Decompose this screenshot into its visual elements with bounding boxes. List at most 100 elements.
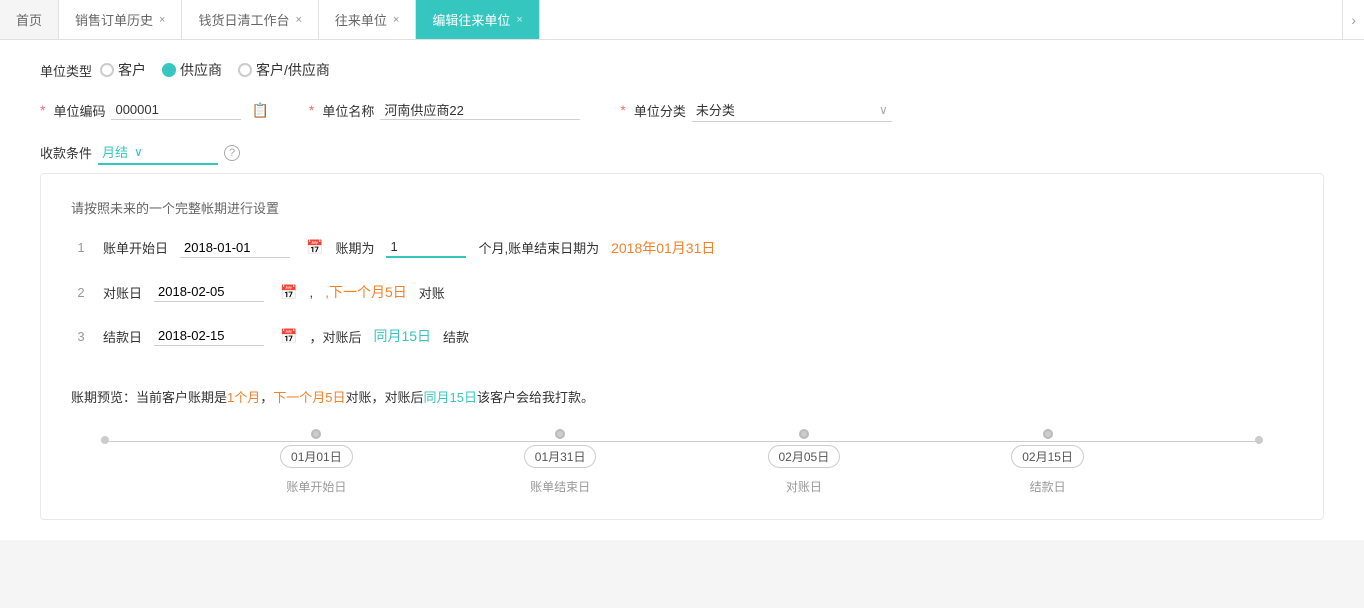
reconcile-date-input[interactable] [154, 282, 264, 302]
close-cash-icon[interactable]: × [295, 14, 301, 26]
preview-suffix: 该客户会给我打款。 [477, 390, 594, 405]
node-dot-3 [799, 429, 809, 439]
radio-supplier-circle [162, 63, 176, 77]
close-partner-icon[interactable]: × [393, 14, 399, 26]
tab-more-arrow[interactable]: › [1342, 0, 1364, 39]
node-date-1: 01月01日 [280, 445, 353, 468]
code-star: * [40, 102, 45, 118]
period-row3-end: 结款 [443, 327, 469, 346]
tab-cash-work[interactable]: 钱货日清工作台 × [182, 0, 318, 39]
tab-partner-label: 往来单位 [335, 10, 387, 29]
main-content: 单位类型 客户 供应商 客户/供应商 * 单位编码 📋 * 单位名称 [0, 40, 1364, 540]
unit-classify-select[interactable]: 未分类 ∨ [692, 98, 892, 122]
node-date-3: 02月05日 [768, 445, 841, 468]
timeline-container: 01月01日 账单开始日 01月31日 账单结束日 02月05日 对账日 [71, 429, 1293, 495]
close-sales-icon[interactable]: × [159, 14, 165, 26]
timeline-node-3: 02月05日 对账日 [768, 429, 841, 495]
timeline-right-end [1255, 429, 1263, 444]
period-num-2: 2 [71, 285, 91, 300]
node-date-2: 01月31日 [524, 445, 597, 468]
unit-type-radio-group: 客户 供应商 客户/供应商 [100, 60, 330, 80]
tl-left-dot [101, 436, 109, 444]
period-row-3: 3 结款日 📅 ，对账后 同月15日 结款 [71, 326, 1293, 346]
period-row1-suffix1: 账期为 [335, 238, 374, 257]
node-dot-2 [555, 429, 565, 439]
timeline-node-2: 01月31日 账单结束日 [524, 429, 597, 495]
timeline-items: 01月01日 账单开始日 01月31日 账单结束日 02月05日 对账日 [101, 429, 1263, 495]
classify-chevron-icon[interactable]: ∨ [879, 103, 888, 117]
start-date-label: 账单开始日 [103, 238, 168, 257]
preview-mid2: 对账，对账后 [346, 390, 424, 405]
help-icon[interactable]: ? [224, 145, 240, 161]
reconcile-calendar-icon[interactable]: 📅 [280, 284, 297, 301]
radio-both-circle [238, 63, 252, 77]
cond-chevron-icon[interactable]: ∨ [134, 145, 143, 159]
node-label-4: 结款日 [1030, 478, 1066, 495]
radio-customer-circle [100, 63, 114, 77]
period-row1-suffix2: 个月,账单结束日期为 [478, 238, 599, 257]
timeline-node-1: 01月01日 账单开始日 [280, 429, 353, 495]
node-date-4: 02月15日 [1011, 445, 1084, 468]
payment-date-input[interactable] [154, 326, 264, 346]
tab-edit-label: 编辑往来单位 [432, 10, 510, 29]
tab-home-label: 首页 [16, 10, 42, 29]
tab-bar: 首页 销售订单历史 × 钱货日清工作台 × 往来单位 × 编辑往来单位 × › [0, 0, 1364, 40]
tl-right-dot [1255, 436, 1263, 444]
classify-value: 未分类 [696, 100, 869, 119]
period-num-3: 3 [71, 329, 91, 344]
preview-text: 账期预览：当前客户账期是1个月，下一个月5日对账，对账后同月15日该客户会给我打… [71, 386, 1293, 409]
reconcile-highlight: ,下一个月5日 [325, 282, 407, 302]
unit-code-input[interactable] [111, 100, 241, 120]
payment-cond-select[interactable]: 月结 ∨ [98, 140, 218, 165]
unit-classify-label: 单位分类 [634, 101, 686, 120]
preview-mid1: ， [260, 390, 273, 405]
reconcile-date-label: 对账日 [103, 283, 142, 302]
payment-cond-value: 月结 [102, 142, 128, 161]
node-label-1: 账单开始日 [286, 478, 346, 495]
start-date-calendar-icon[interactable]: 📅 [306, 239, 323, 256]
node-label-3: 对账日 [786, 478, 822, 495]
tab-edit-partner[interactable]: 编辑往来单位 × [416, 0, 539, 39]
timeline-node-4: 02月15日 结款日 [1011, 429, 1084, 495]
radio-customer[interactable]: 客户 [100, 60, 146, 80]
period-row2-end: 对账 [419, 283, 445, 302]
unit-name-input[interactable] [380, 100, 580, 120]
radio-customer-label: 客户 [118, 60, 146, 80]
period-row-2: 2 对账日 📅 , ,下一个月5日 对账 [71, 282, 1293, 302]
unit-name-label: 单位名称 [322, 101, 374, 120]
preview-section: 账期预览：当前客户账期是1个月，下一个月5日对账，对账后同月15日该客户会给我打… [71, 370, 1293, 495]
unit-code-label: 单位编码 [53, 101, 105, 120]
radio-both[interactable]: 客户/供应商 [238, 60, 330, 80]
payment-calendar-icon[interactable]: 📅 [280, 328, 297, 345]
months-input[interactable] [386, 237, 466, 258]
tab-home[interactable]: 首页 [0, 0, 59, 39]
preview-part3: 同月15日 [424, 390, 477, 405]
node-dot-4 [1043, 429, 1053, 439]
payment-condition-row: 收款条件 月结 ∨ ? [40, 140, 1324, 165]
period-rows: 1 账单开始日 📅 账期为 个月,账单结束日期为 2018年01月31日 2 对… [71, 237, 1293, 346]
node-dot-1 [311, 429, 321, 439]
classify-star: * [620, 102, 625, 118]
radio-supplier[interactable]: 供应商 [162, 60, 222, 80]
period-row2-suffix: , [309, 285, 313, 300]
period-row3-suffix1: ，对账后 [309, 327, 361, 346]
start-date-input[interactable] [180, 238, 290, 258]
unit-info-row: * 单位编码 📋 * 单位名称 * 单位分类 未分类 ∨ [40, 98, 1324, 122]
period-title: 请按照未来的一个完整帐期进行设置 [71, 198, 1293, 217]
radio-supplier-label: 供应商 [180, 60, 222, 80]
preview-part2: 下一个月5日 [273, 390, 345, 405]
tab-partner-unit[interactable]: 往来单位 × [319, 0, 416, 39]
name-star: * [309, 102, 314, 118]
period-row-1: 1 账单开始日 📅 账期为 个月,账单结束日期为 2018年01月31日 [71, 237, 1293, 258]
node-label-2: 账单结束日 [530, 478, 590, 495]
preview-prefix: 账期预览：当前客户账期是 [71, 390, 227, 405]
radio-both-label: 客户/供应商 [256, 60, 330, 80]
end-date-highlight: 2018年01月31日 [611, 238, 715, 258]
close-edit-icon[interactable]: × [516, 14, 522, 26]
payment-cond-label: 收款条件 [40, 143, 92, 162]
tab-cash-label: 钱货日清工作台 [198, 10, 289, 29]
unit-type-label: 单位类型 [40, 61, 92, 80]
timeline-left-end [101, 429, 109, 444]
tab-sales-history[interactable]: 销售订单历史 × [59, 0, 182, 39]
code-copy-icon[interactable]: 📋 [251, 102, 268, 119]
